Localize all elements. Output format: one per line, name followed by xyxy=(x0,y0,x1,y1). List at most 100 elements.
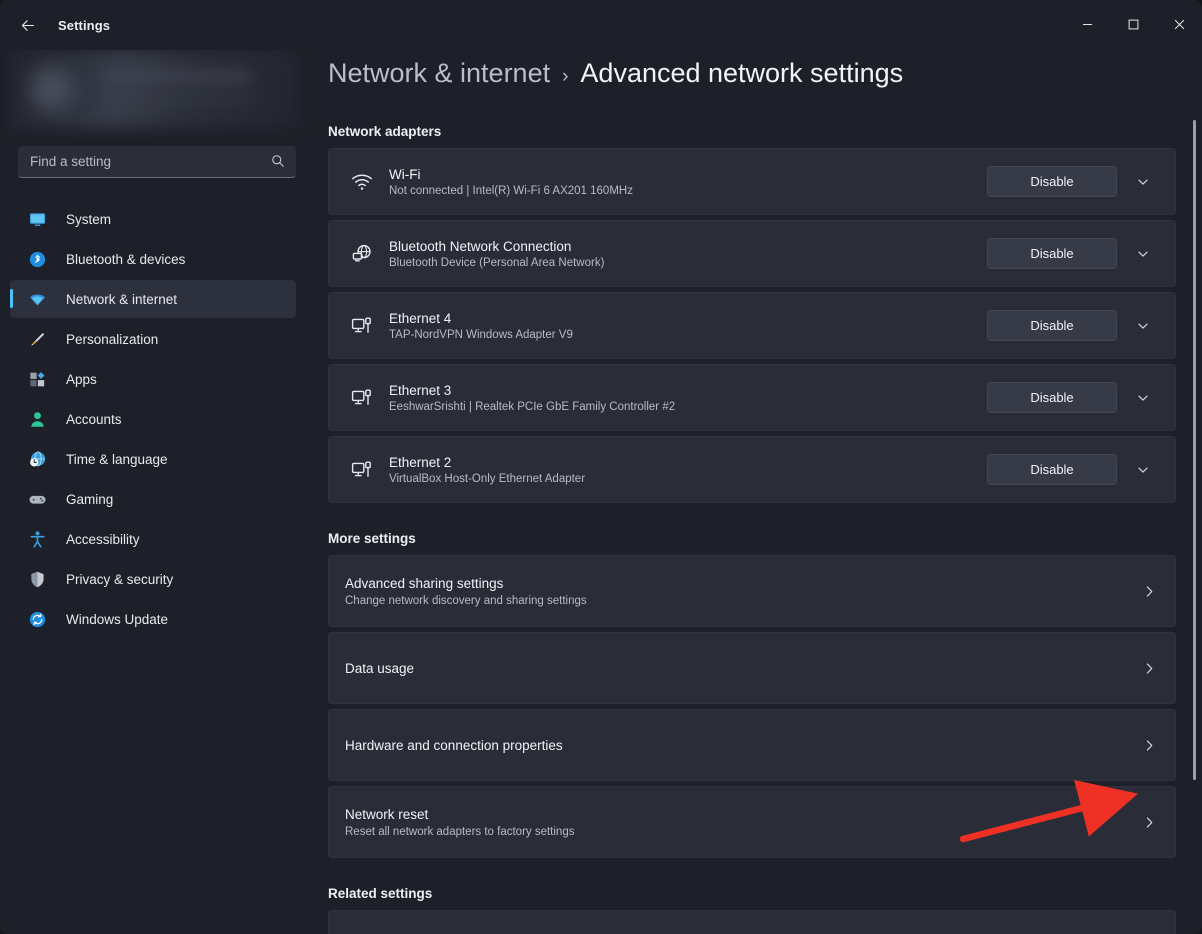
minimize-icon xyxy=(1082,19,1093,30)
scrollbar-thumb[interactable] xyxy=(1193,120,1196,780)
globe-network-icon xyxy=(345,242,379,266)
breadcrumb-parent-link[interactable]: Network & internet xyxy=(328,58,550,89)
sidebar-item-accounts[interactable]: Accounts xyxy=(10,400,296,438)
adapter-details: Not connected | Intel(R) Wi-Fi 6 AX201 1… xyxy=(389,185,987,197)
scrollbar-track[interactable] xyxy=(1188,50,1200,934)
shield-icon xyxy=(26,568,48,590)
sidebar-item-gaming[interactable]: Gaming xyxy=(10,480,296,518)
list-item-title: Network reset xyxy=(345,807,1142,822)
table-row[interactable]: Ethernet 2 VirtualBox Host-Only Ethernet… xyxy=(328,436,1176,503)
adapter-name: Bluetooth Network Connection xyxy=(389,239,987,254)
sidebar-item-label: System xyxy=(66,212,111,227)
network-adapters-list: Wi-Fi Not connected | Intel(R) Wi-Fi 6 A… xyxy=(328,148,1176,503)
ethernet-icon xyxy=(345,314,379,338)
chevron-right-icon xyxy=(1142,738,1157,753)
table-row[interactable]: Ethernet 3 EeshwarSrishti | Realtek PCIe… xyxy=(328,364,1176,431)
network-reset-item[interactable]: Network reset Reset all network adapters… xyxy=(328,786,1176,858)
expand-chevron-down-icon[interactable] xyxy=(1125,382,1161,414)
adapter-details: VirtualBox Host-Only Ethernet Adapter xyxy=(389,473,987,485)
table-row[interactable]: Ethernet 4 TAP-NordVPN Windows Adapter V… xyxy=(328,292,1176,359)
sidebar-item-windows-update[interactable]: Windows Update xyxy=(10,600,296,638)
expand-chevron-down-icon[interactable] xyxy=(1125,238,1161,270)
network-reset-chevron[interactable] xyxy=(1142,815,1157,830)
user-profile-blurred[interactable] xyxy=(10,50,298,128)
search-icon xyxy=(271,154,285,173)
gamepad-icon xyxy=(26,488,48,510)
network-adapters-heading: Network adapters xyxy=(328,124,1202,139)
adapter-name: Ethernet 3 xyxy=(389,383,987,398)
table-row[interactable]: Bluetooth Network Connection Bluetooth D… xyxy=(328,220,1176,287)
adapter-info: Ethernet 3 EeshwarSrishti | Realtek PCIe… xyxy=(389,383,987,413)
related-settings-list: More network adapter options xyxy=(328,910,1176,934)
breadcrumb-separator: › xyxy=(562,66,568,88)
chevron-right-icon xyxy=(1142,584,1157,599)
expand-chevron-down-icon[interactable] xyxy=(1125,454,1161,486)
ethernet-icon xyxy=(345,458,379,482)
data-usage-info: Data usage xyxy=(345,661,1142,676)
title-bar: Settings xyxy=(0,0,1202,50)
back-button[interactable] xyxy=(10,8,44,42)
adapter-info: Wi-Fi Not connected | Intel(R) Wi-Fi 6 A… xyxy=(389,167,987,197)
search-input[interactable] xyxy=(18,154,296,169)
expand-chevron-down-icon[interactable] xyxy=(1125,310,1161,342)
related-settings-heading: Related settings xyxy=(328,886,1202,901)
minimize-button[interactable] xyxy=(1064,0,1110,48)
maximize-icon xyxy=(1128,19,1139,30)
disable-button[interactable]: Disable xyxy=(987,166,1117,197)
ethernet-icon xyxy=(345,386,379,410)
adapter-details: Bluetooth Device (Personal Area Network) xyxy=(389,257,987,269)
list-item[interactable]: More network adapter options xyxy=(328,910,1176,934)
sidebar-item-network-internet[interactable]: Network & internet xyxy=(10,280,296,318)
sidebar-nav: System Bluetooth & devices xyxy=(0,200,312,638)
disable-button[interactable]: Disable xyxy=(987,382,1117,413)
adapter-details: TAP-NordVPN Windows Adapter V9 xyxy=(389,329,987,341)
sidebar-item-accessibility[interactable]: Accessibility xyxy=(10,520,296,558)
close-button[interactable] xyxy=(1156,0,1202,48)
sidebar-item-time-language[interactable]: Time & language xyxy=(10,440,296,478)
list-item-subtitle: Reset all network adapters to factory se… xyxy=(345,826,1142,838)
disable-button[interactable]: Disable xyxy=(987,238,1117,269)
list-item[interactable]: Hardware and connection properties xyxy=(328,709,1176,781)
list-item[interactable]: Advanced sharing settings Change network… xyxy=(328,555,1176,627)
sidebar-item-label: Apps xyxy=(66,372,97,387)
advanced-sharing-settings-info: Advanced sharing settings Change network… xyxy=(345,576,1142,607)
sidebar-item-label: Time & language xyxy=(66,452,168,467)
maximize-button[interactable] xyxy=(1110,0,1156,48)
monitor-icon xyxy=(26,208,48,230)
accessibility-icon xyxy=(26,528,48,550)
sidebar-item-apps[interactable]: Apps xyxy=(10,360,296,398)
list-item-subtitle: Change network discovery and sharing set… xyxy=(345,595,1142,607)
expand-chevron-down-icon[interactable] xyxy=(1125,166,1161,198)
table-row[interactable]: Wi-Fi Not connected | Intel(R) Wi-Fi 6 A… xyxy=(328,148,1176,215)
adapter-info: Ethernet 2 VirtualBox Host-Only Ethernet… xyxy=(389,455,987,485)
sidebar-item-system[interactable]: System xyxy=(10,200,296,238)
disable-button[interactable]: Disable xyxy=(987,310,1117,341)
adapter-info: Bluetooth Network Connection Bluetooth D… xyxy=(389,239,987,269)
sidebar-item-label: Network & internet xyxy=(66,292,177,307)
list-item[interactable]: Data usage xyxy=(328,632,1176,704)
sidebar-item-label: Accounts xyxy=(66,412,122,427)
page-title: Advanced network settings xyxy=(580,58,903,89)
sidebar-item-privacy-security[interactable]: Privacy & security xyxy=(10,560,296,598)
settings-window: Settings xyxy=(0,0,1202,934)
list-item-title: Advanced sharing settings xyxy=(345,576,1142,591)
more-network-adapter-options-info: More network adapter options xyxy=(345,926,1144,934)
back-arrow-icon xyxy=(19,17,36,34)
list-item-title: Data usage xyxy=(345,661,1142,676)
disable-button[interactable]: Disable xyxy=(987,454,1117,485)
close-icon xyxy=(1174,19,1185,30)
search-box[interactable] xyxy=(18,146,296,178)
sidebar-item-label: Gaming xyxy=(66,492,113,507)
sidebar: System Bluetooth & devices xyxy=(0,50,312,934)
hardware-connection-properties-info: Hardware and connection properties xyxy=(345,738,1142,753)
adapter-info: Ethernet 4 TAP-NordVPN Windows Adapter V… xyxy=(389,311,987,341)
apps-icon xyxy=(26,368,48,390)
more-settings-list: Advanced sharing settings Change network… xyxy=(328,555,1176,858)
bluetooth-icon xyxy=(26,248,48,270)
window-controls xyxy=(1064,0,1202,48)
sidebar-item-personalization[interactable]: Personalization xyxy=(10,320,296,358)
list-item-title: Hardware and connection properties xyxy=(345,738,1142,753)
sidebar-item-bluetooth-devices[interactable]: Bluetooth & devices xyxy=(10,240,296,278)
adapter-name: Ethernet 2 xyxy=(389,455,987,470)
content-area: Network & internet › Advanced network se… xyxy=(312,50,1202,934)
